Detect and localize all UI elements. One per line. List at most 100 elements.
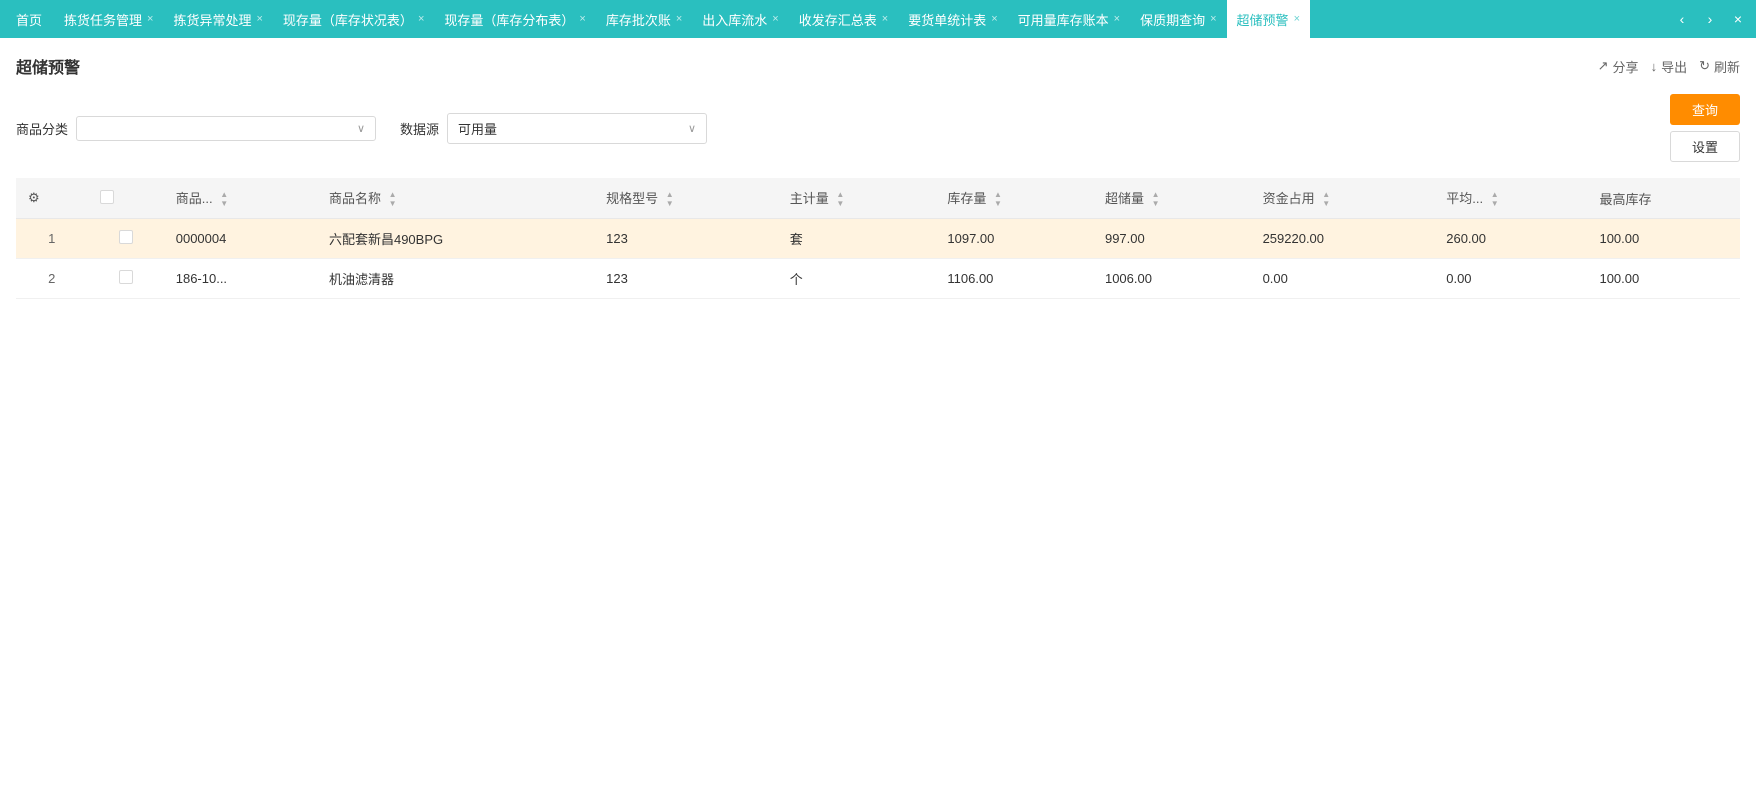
tab-stock-dist[interactable]: 现存量（库存分布表） × [434, 0, 595, 38]
nav-next-button[interactable]: › [1696, 0, 1724, 38]
tab-close-icon[interactable]: × [418, 13, 424, 25]
th-capital[interactable]: 资金占用 ▲ ▼ [1251, 178, 1435, 219]
page-title: 超储预警 [16, 54, 80, 78]
category-label: 商品分类 [16, 119, 68, 138]
page-header: 超储预警 ↗ 分享 ↓ 导出 ↻ 刷新 [16, 54, 1740, 78]
table-row[interactable]: 1 0000004 六配套新昌490BPG 123 套 1097.00 997.… [16, 219, 1740, 259]
filter-row: 商品分类 ∨ 数据源 可用量 ∨ 查询 设置 [16, 94, 1740, 162]
sort-icon: ▲ ▼ [1322, 191, 1330, 208]
export-icon: ↓ [1651, 59, 1658, 74]
cell-overstock: 997.00 [1093, 219, 1251, 259]
category-select[interactable]: ∨ [76, 116, 376, 141]
share-button[interactable]: ↗ 分享 [1598, 57, 1639, 76]
tab-inout[interactable]: 出入库流水 × [692, 0, 788, 38]
row-checkbox[interactable] [119, 230, 133, 244]
th-goods-code[interactable]: 商品... ▲ ▼ [164, 178, 317, 219]
th-unit[interactable]: 主计量 ▲ ▼ [778, 178, 936, 219]
cell-spec: 123 [594, 219, 778, 259]
tab-close-icon[interactable]: × [256, 13, 262, 25]
nav-prev-button[interactable]: ‹ [1668, 0, 1696, 38]
query-button[interactable]: 查询 [1670, 94, 1740, 125]
cell-max-stock: 100.00 [1587, 219, 1740, 259]
cell-goods-name: 六配套新昌490BPG [317, 219, 594, 259]
th-spec[interactable]: 规格型号 ▲ ▼ [594, 178, 778, 219]
select-all-checkbox[interactable] [100, 190, 114, 204]
th-avg[interactable]: 平均... ▲ ▼ [1434, 178, 1587, 219]
tab-task-mgmt[interactable]: 拣货任务管理 × [54, 0, 163, 38]
tab-close-icon[interactable]: × [579, 13, 585, 25]
tab-order-stats[interactable]: 要货单统计表 × [898, 0, 1007, 38]
tab-close-icon[interactable]: × [676, 13, 682, 25]
share-label: 分享 [1613, 57, 1639, 76]
tab-summary[interactable]: 收发存汇总表 × [789, 0, 898, 38]
data-table: ⚙ 商品... ▲ ▼ 商品名称 ▲ ▼ [16, 178, 1740, 299]
tab-available[interactable]: 可用量库存账本 × [1008, 0, 1130, 38]
tab-batch[interactable]: 库存批次账 × [596, 0, 692, 38]
th-overstock[interactable]: 超储量 ▲ ▼ [1093, 178, 1251, 219]
cell-max-stock: 100.00 [1587, 259, 1740, 299]
th-goods-name[interactable]: 商品名称 ▲ ▼ [317, 178, 594, 219]
datasource-select[interactable]: 可用量 ∨ [447, 113, 707, 144]
top-nav: 首页 拣货任务管理 × 拣货异常处理 × 现存量（库存状况表） × 现存量（库存… [0, 0, 1756, 38]
sort-icon: ▲ ▼ [994, 191, 1002, 208]
cell-capital: 259220.00 [1251, 219, 1435, 259]
nav-arrows: ‹ › × [1668, 0, 1752, 38]
row-checkbox-cell[interactable] [88, 219, 164, 259]
cell-spec: 123 [594, 259, 778, 299]
tab-stock-status[interactable]: 现存量（库存状况表） × [273, 0, 434, 38]
tab-close-icon[interactable]: × [772, 13, 778, 25]
tab-close-icon[interactable]: × [1294, 13, 1300, 25]
tab-close-icon[interactable]: × [991, 13, 997, 25]
cell-stock: 1106.00 [935, 259, 1093, 299]
tab-expiry[interactable]: 保质期查询 × [1130, 0, 1226, 38]
filter-buttons: 查询 设置 [1670, 94, 1740, 162]
settings-button[interactable]: 设置 [1670, 131, 1740, 162]
row-checkbox[interactable] [119, 270, 133, 284]
nav-more-button[interactable]: × [1724, 0, 1752, 38]
th-max-stock: 最高库存 [1587, 178, 1740, 219]
refresh-button[interactable]: ↻ 刷新 [1699, 57, 1740, 76]
table-header: ⚙ 商品... ▲ ▼ 商品名称 ▲ ▼ [16, 178, 1740, 219]
settings-column-icon[interactable]: ⚙ [16, 178, 88, 219]
chevron-down-icon: ∨ [688, 122, 696, 135]
sort-icon: ▲ ▼ [389, 191, 397, 208]
sort-icon: ▲ ▼ [220, 191, 228, 208]
datasource-value: 可用量 [458, 119, 497, 138]
sort-icon: ▲ ▼ [1152, 191, 1160, 208]
cell-avg: 260.00 [1434, 219, 1587, 259]
tab-close-icon[interactable]: × [1114, 13, 1120, 25]
cell-avg: 0.00 [1434, 259, 1587, 299]
sort-icon: ▲ ▼ [1491, 191, 1499, 208]
tab-close-icon[interactable]: × [147, 13, 153, 25]
row-checkbox-cell[interactable] [88, 259, 164, 299]
page-actions: ↗ 分享 ↓ 导出 ↻ 刷新 [1598, 57, 1740, 76]
datasource-filter: 数据源 可用量 ∨ [400, 113, 707, 144]
cell-goods-name: 机油滤清器 [317, 259, 594, 299]
sort-icon: ▲ ▼ [836, 191, 844, 208]
row-index: 1 [16, 219, 88, 259]
export-label: 导出 [1661, 57, 1687, 76]
cell-unit: 个 [778, 259, 936, 299]
tab-exception[interactable]: 拣货异常处理 × [163, 0, 272, 38]
cell-goods-code: 0000004 [164, 219, 317, 259]
cell-overstock: 1006.00 [1093, 259, 1251, 299]
select-all-header[interactable] [88, 178, 164, 219]
tab-close-icon[interactable]: × [1210, 13, 1216, 25]
refresh-label: 刷新 [1714, 57, 1740, 76]
share-icon: ↗ [1598, 58, 1609, 74]
datasource-label: 数据源 [400, 119, 439, 138]
nav-home[interactable]: 首页 [4, 10, 54, 29]
th-stock[interactable]: 库存量 ▲ ▼ [935, 178, 1093, 219]
table-body: 1 0000004 六配套新昌490BPG 123 套 1097.00 997.… [16, 219, 1740, 299]
export-button[interactable]: ↓ 导出 [1651, 57, 1688, 76]
cell-unit: 套 [778, 219, 936, 259]
cell-stock: 1097.00 [935, 219, 1093, 259]
cell-capital: 0.00 [1251, 259, 1435, 299]
tab-close-icon[interactable]: × [882, 13, 888, 25]
main-content: 超储预警 ↗ 分享 ↓ 导出 ↻ 刷新 商品分类 ∨ 数据源 [0, 38, 1756, 800]
sort-icon: ▲ ▼ [666, 191, 674, 208]
tab-overstock[interactable]: 超储预警 × [1227, 0, 1310, 38]
table-row[interactable]: 2 186-10... 机油滤清器 123 个 1106.00 1006.00 … [16, 259, 1740, 299]
refresh-icon: ↻ [1699, 58, 1710, 74]
chevron-down-icon: ∨ [357, 122, 365, 135]
